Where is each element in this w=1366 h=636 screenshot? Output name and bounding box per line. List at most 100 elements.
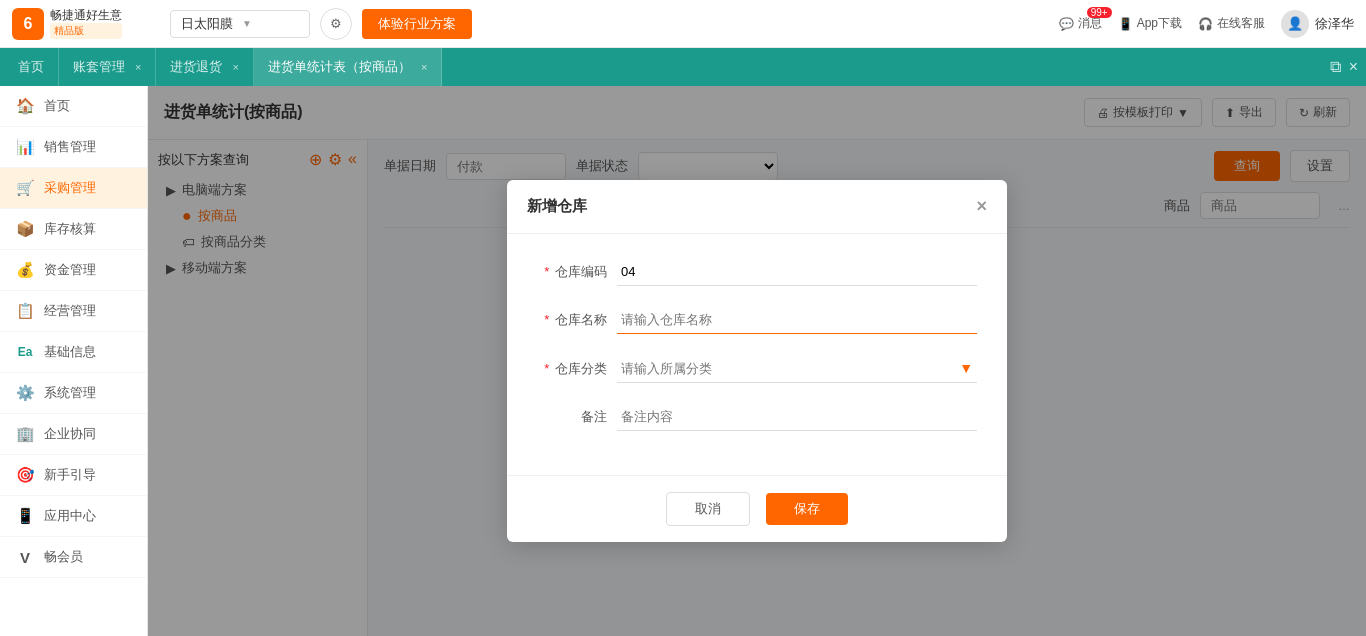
form-row-code: * 仓库编码 bbox=[537, 258, 977, 286]
sidebar-item-app-label: 应用中心 bbox=[44, 507, 96, 525]
name-input[interactable] bbox=[617, 306, 977, 334]
window-restore-icon[interactable]: ⧉ bbox=[1330, 58, 1341, 76]
purchase-icon: 🛒 bbox=[16, 179, 34, 197]
sidebar: 🏠 首页 📊 销售管理 🛒 采购管理 📦 库存核算 💰 资金管理 📋 经营管理 … bbox=[0, 86, 148, 636]
modal-header: 新增仓库 × bbox=[507, 180, 1007, 234]
home-icon: 🏠 bbox=[16, 97, 34, 115]
user-area[interactable]: 👤 徐泽华 bbox=[1281, 10, 1354, 38]
sidebar-item-basic-info[interactable]: Ea 基础信息 bbox=[0, 332, 147, 373]
tab-home-label: 首页 bbox=[18, 58, 44, 76]
new-warehouse-modal: 新增仓库 × * 仓库编码 * bbox=[507, 180, 1007, 542]
modal-body: * 仓库编码 * 仓库名称 bbox=[507, 234, 1007, 475]
system-icon: ⚙️ bbox=[16, 384, 34, 402]
form-row-note: 备注 bbox=[537, 403, 977, 431]
tab-purchase-return-label: 进货退货 bbox=[170, 58, 222, 76]
mobile-icon: 📱 bbox=[1118, 17, 1133, 31]
tab-purchase-stats-label: 进货单统计表（按商品） bbox=[268, 58, 411, 76]
page-content: 进货单统计(按商品) 🖨 按模板打印 ▼ ⬆ 导出 ↻ 刷新 bbox=[148, 86, 1366, 636]
required-star-2: * bbox=[544, 312, 549, 327]
modal-close-button[interactable]: × bbox=[976, 196, 987, 217]
tab-window-actions: ⧉ × bbox=[1330, 58, 1358, 76]
sidebar-item-finance-label: 资金管理 bbox=[44, 261, 96, 279]
online-service-button[interactable]: 🎧 在线客服 bbox=[1198, 15, 1265, 32]
note-label: 备注 bbox=[537, 408, 617, 426]
sidebar-item-operations-label: 经营管理 bbox=[44, 302, 96, 320]
sidebar-item-system-label: 系统管理 bbox=[44, 384, 96, 402]
message-icon: 💬 bbox=[1059, 17, 1074, 31]
app-download-button[interactable]: 📱 App下载 bbox=[1118, 15, 1182, 32]
finance-icon: 💰 bbox=[16, 261, 34, 279]
logo-area: 6 畅捷通好生意 精品版 bbox=[12, 8, 160, 40]
sidebar-item-sales[interactable]: 📊 销售管理 bbox=[0, 127, 147, 168]
sidebar-item-purchase[interactable]: 🛒 采购管理 bbox=[0, 168, 147, 209]
store-selector[interactable]: 日太阳膜 ▼ bbox=[170, 10, 310, 38]
brand-name: 畅捷通好生意 bbox=[50, 8, 122, 24]
tab-purchase-stats[interactable]: 进货单统计表（按商品） × bbox=[254, 48, 442, 86]
tab-account[interactable]: 账套管理 × bbox=[59, 48, 156, 86]
sidebar-item-guide[interactable]: 🎯 新手引导 bbox=[0, 455, 147, 496]
sales-icon: 📊 bbox=[16, 138, 34, 156]
inventory-icon: 📦 bbox=[16, 220, 34, 238]
guide-icon: 🎯 bbox=[16, 466, 34, 484]
sidebar-item-sales-label: 销售管理 bbox=[44, 138, 96, 156]
sidebar-item-app[interactable]: 📱 应用中心 bbox=[0, 496, 147, 537]
username: 徐泽华 bbox=[1315, 15, 1354, 33]
code-label: * 仓库编码 bbox=[537, 263, 617, 281]
enterprise-icon: 🏢 bbox=[16, 425, 34, 443]
name-label: * 仓库名称 bbox=[537, 311, 617, 329]
messages-badge: 99+ bbox=[1087, 7, 1112, 18]
form-row-name: * 仓库名称 bbox=[537, 306, 977, 334]
nav-tabs: 首页 账套管理 × 进货退货 × 进货单统计表（按商品） × ⧉ × bbox=[0, 48, 1366, 86]
modal-overlay: 新增仓库 × * 仓库编码 * bbox=[148, 86, 1366, 636]
required-star: * bbox=[544, 264, 549, 279]
tab-purchase-return-close[interactable]: × bbox=[232, 61, 238, 73]
modal-title: 新增仓库 bbox=[527, 197, 587, 216]
sidebar-item-purchase-label: 采购管理 bbox=[44, 179, 96, 197]
window-close-icon[interactable]: × bbox=[1349, 58, 1358, 76]
trial-button[interactable]: 体验行业方案 bbox=[362, 9, 472, 39]
top-bar: 6 畅捷通好生意 精品版 日太阳膜 ▼ ⚙ 体验行业方案 💬 消息 99+ 📱 … bbox=[0, 0, 1366, 48]
sidebar-item-enterprise-label: 企业协同 bbox=[44, 425, 96, 443]
headset-icon: 🎧 bbox=[1198, 17, 1213, 31]
modal-footer: 取消 保存 bbox=[507, 475, 1007, 542]
avatar: 👤 bbox=[1281, 10, 1309, 38]
store-name: 日太阳膜 bbox=[181, 15, 238, 33]
app-download-label: App下载 bbox=[1137, 15, 1182, 32]
logo-badge: 精品版 bbox=[50, 23, 122, 39]
basic-info-icon: Ea bbox=[16, 343, 34, 361]
save-button[interactable]: 保存 bbox=[766, 493, 848, 525]
sidebar-item-home[interactable]: 🏠 首页 bbox=[0, 86, 147, 127]
sidebar-item-basic-info-label: 基础信息 bbox=[44, 343, 96, 361]
sidebar-item-operations[interactable]: 📋 经营管理 bbox=[0, 291, 147, 332]
tab-home[interactable]: 首页 bbox=[8, 48, 59, 86]
required-star-3: * bbox=[544, 361, 549, 376]
category-input[interactable] bbox=[621, 361, 959, 376]
note-input[interactable] bbox=[617, 403, 977, 431]
tab-account-close[interactable]: × bbox=[135, 61, 141, 73]
sidebar-item-enterprise[interactable]: 🏢 企业协同 bbox=[0, 414, 147, 455]
sidebar-item-vip-label: 畅会员 bbox=[44, 548, 83, 566]
main-layout: 🏠 首页 📊 销售管理 🛒 采购管理 📦 库存核算 💰 资金管理 📋 经营管理 … bbox=[0, 86, 1366, 636]
code-input[interactable] bbox=[617, 258, 977, 286]
operations-icon: 📋 bbox=[16, 302, 34, 320]
sidebar-item-inventory-label: 库存核算 bbox=[44, 220, 96, 238]
sidebar-item-vip[interactable]: V 畅会员 bbox=[0, 537, 147, 578]
tab-purchase-stats-close[interactable]: × bbox=[421, 61, 427, 73]
top-actions: 💬 消息 99+ 📱 App下载 🎧 在线客服 👤 徐泽华 bbox=[1059, 10, 1354, 38]
chevron-down-icon: ▼ bbox=[242, 18, 299, 29]
gear-button[interactable]: ⚙ bbox=[320, 8, 352, 40]
tab-purchase-return[interactable]: 进货退货 × bbox=[156, 48, 253, 86]
form-row-category: * 仓库分类 ▼ bbox=[537, 354, 977, 383]
cancel-button[interactable]: 取消 bbox=[666, 492, 750, 526]
category-dropdown-icon: ▼ bbox=[959, 360, 973, 376]
category-select[interactable]: ▼ bbox=[617, 354, 977, 383]
app-icon: 📱 bbox=[16, 507, 34, 525]
sidebar-item-system[interactable]: ⚙️ 系统管理 bbox=[0, 373, 147, 414]
online-service-label: 在线客服 bbox=[1217, 15, 1265, 32]
tab-account-label: 账套管理 bbox=[73, 58, 125, 76]
sidebar-item-finance[interactable]: 💰 资金管理 bbox=[0, 250, 147, 291]
sidebar-item-home-label: 首页 bbox=[44, 97, 70, 115]
sidebar-item-guide-label: 新手引导 bbox=[44, 466, 96, 484]
messages-button[interactable]: 💬 消息 99+ bbox=[1059, 15, 1102, 32]
sidebar-item-inventory[interactable]: 📦 库存核算 bbox=[0, 209, 147, 250]
